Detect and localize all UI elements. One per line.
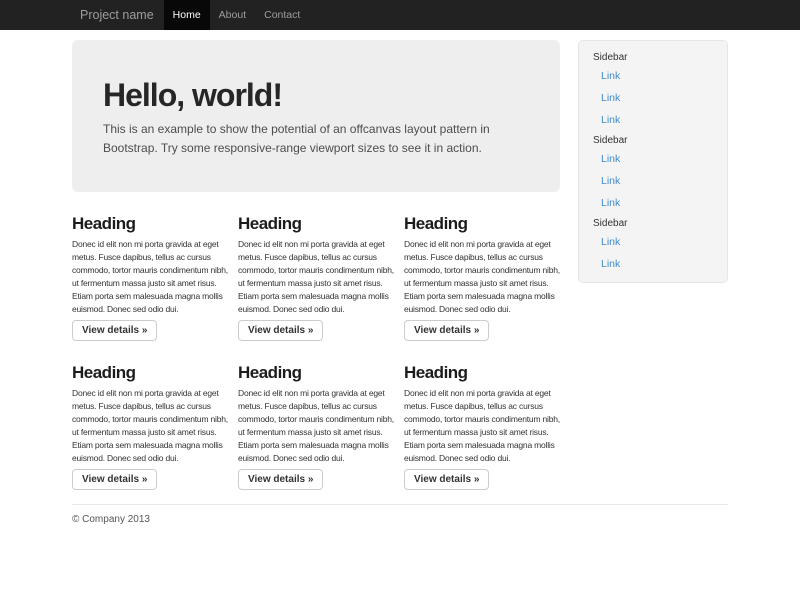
navbar-menu: HomeAboutContact xyxy=(164,0,310,30)
sidebar-link[interactable]: Link xyxy=(591,65,717,87)
sidebar-link[interactable]: Link xyxy=(591,253,717,275)
sidebar-column: SidebarLinkLinkLinkSidebarLinkLinkLinkSi… xyxy=(578,40,728,490)
sidebar-group-title-1: Sidebar xyxy=(593,51,717,65)
navbar: Project name HomeAboutContact xyxy=(0,0,800,30)
card-body-text: Donec id elit non mi porta gravida at eg… xyxy=(404,387,560,465)
page-container: Hello, world! This is an example to show… xyxy=(72,40,728,525)
card-row: Heading Donec id elit non mi porta gravid… xyxy=(72,341,560,490)
view-details-button[interactable]: View details » xyxy=(72,320,157,341)
jumbotron-description: This is an example to show the potential… xyxy=(103,120,530,158)
content-card: Heading Donec id elit non mi porta gravid… xyxy=(72,341,228,490)
card-heading: Heading xyxy=(404,363,560,383)
content-card: Heading Donec id elit non mi porta gravid… xyxy=(404,192,560,341)
card-heading: Heading xyxy=(238,363,394,383)
card-body-text: Donec id elit non mi porta gravida at eg… xyxy=(238,387,394,465)
card-heading: Heading xyxy=(238,214,394,234)
page-title: Hello, world! xyxy=(103,78,530,112)
sidebar-group-title-2: Sidebar xyxy=(593,134,717,148)
content-card: Heading Donec id elit non mi porta gravid… xyxy=(238,192,394,341)
view-details-button[interactable]: View details » xyxy=(238,320,323,341)
view-details-button[interactable]: View details » xyxy=(404,469,489,490)
card-body-text: Donec id elit non mi porta gravida at eg… xyxy=(72,387,228,465)
sidebar-link[interactable]: Link xyxy=(591,231,717,253)
card-heading: Heading xyxy=(72,214,228,234)
sidebar: SidebarLinkLinkLinkSidebarLinkLinkLinkSi… xyxy=(578,40,728,283)
footer-divider xyxy=(72,504,728,505)
content-card: Heading Donec id elit non mi porta gravid… xyxy=(72,192,228,341)
card-row: Heading Donec id elit non mi porta gravid… xyxy=(72,192,560,341)
nav-item-contact[interactable]: Contact xyxy=(255,0,309,30)
sidebar-link[interactable]: Link xyxy=(591,192,717,214)
card-body-text: Donec id elit non mi porta gravida at eg… xyxy=(238,238,394,316)
sidebar-group-title-3: Sidebar xyxy=(593,217,717,231)
nav-item-home[interactable]: Home xyxy=(164,0,210,30)
card-heading: Heading xyxy=(404,214,560,234)
main-row: Hello, world! This is an example to show… xyxy=(72,40,728,490)
cards-area: Heading Donec id elit non mi porta gravid… xyxy=(72,192,560,490)
sidebar-link[interactable]: Link xyxy=(591,87,717,109)
main-column: Hello, world! This is an example to show… xyxy=(72,40,560,490)
view-details-button[interactable]: View details » xyxy=(72,469,157,490)
content-card: Heading Donec id elit non mi porta gravid… xyxy=(404,341,560,490)
content-card: Heading Donec id elit non mi porta gravid… xyxy=(238,341,394,490)
nav-item-about[interactable]: About xyxy=(210,0,255,30)
view-details-button[interactable]: View details » xyxy=(238,469,323,490)
navbar-inner: Project name HomeAboutContact xyxy=(72,0,728,30)
card-heading: Heading xyxy=(72,363,228,383)
card-body-text: Donec id elit non mi porta gravida at eg… xyxy=(404,238,560,316)
sidebar-link[interactable]: Link xyxy=(591,170,717,192)
sidebar-link[interactable]: Link xyxy=(591,109,717,131)
sidebar-link[interactable]: Link xyxy=(591,148,717,170)
view-details-button[interactable]: View details » xyxy=(404,320,489,341)
footer-copyright: © Company 2013 xyxy=(72,514,728,525)
jumbotron: Hello, world! This is an example to show… xyxy=(72,40,560,192)
footer: © Company 2013 xyxy=(72,504,728,525)
navbar-brand[interactable]: Project name xyxy=(72,0,162,30)
card-body-text: Donec id elit non mi porta gravida at eg… xyxy=(72,238,228,316)
